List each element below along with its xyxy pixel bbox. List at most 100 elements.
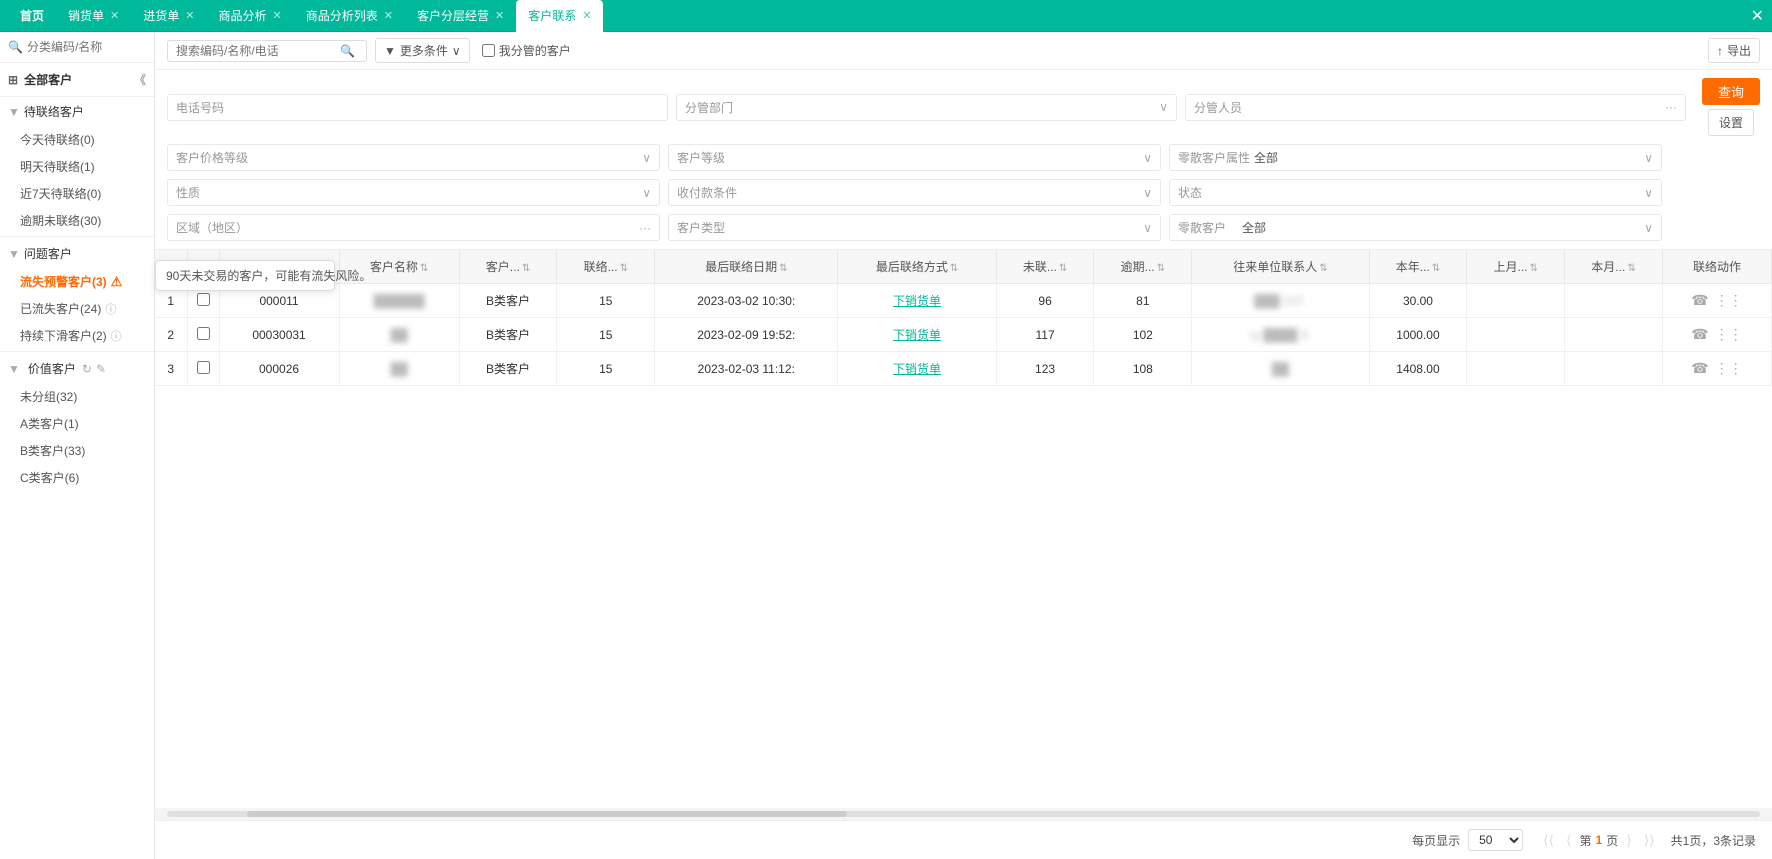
export-btn[interactable]: ↑ 导出: [1708, 38, 1760, 63]
row1-method[interactable]: 下销货单: [838, 284, 996, 318]
row1-contact-icon[interactable]: ☎: [1691, 292, 1708, 309]
tab-purchase[interactable]: 进货单 ✕: [131, 0, 206, 32]
page-size-select[interactable]: 50 100 200: [1468, 829, 1523, 851]
query-btn[interactable]: 查询: [1702, 78, 1760, 105]
filter-retail-arrow[interactable]: ∨: [1644, 221, 1653, 235]
my-customer-checkbox[interactable]: [482, 44, 495, 57]
filter-customer-type-arrow[interactable]: ∨: [1143, 221, 1152, 235]
grid-icon: ⊞: [8, 73, 18, 87]
tab-home[interactable]: 首页: [8, 0, 56, 32]
col-last-month[interactable]: 上月...⇅: [1467, 250, 1565, 284]
col-this-month[interactable]: 本月...⇅: [1565, 250, 1663, 284]
prev-page-btn[interactable]: ⟨: [1562, 830, 1575, 851]
col-type[interactable]: 客户...⇅: [459, 250, 557, 284]
col-uncontact[interactable]: 未联...⇅: [996, 250, 1094, 284]
col-contact-person[interactable]: 往来单位联系人⇅: [1192, 250, 1369, 284]
filter-region-dots[interactable]: ···: [639, 221, 651, 235]
tab-customer-contact[interactable]: 客户联系 ✕: [516, 0, 603, 32]
tab-customer-tier[interactable]: 客户分层经营 ✕: [405, 0, 516, 32]
row1-tmonth: [1565, 284, 1663, 318]
sidebar-item-a-class[interactable]: A类客户(1): [0, 410, 154, 437]
tab-purchase-close[interactable]: ✕: [185, 9, 194, 22]
row3-person: ██: [1192, 352, 1369, 386]
col-overdue[interactable]: 逾期...⇅: [1094, 250, 1192, 284]
row1-date: 2023-03-02 10:30:: [655, 284, 838, 318]
row2-contact-icon[interactable]: ☎: [1691, 326, 1708, 343]
sidebar-item-c-class[interactable]: C类客户(6): [0, 464, 154, 491]
col-last-method[interactable]: 最后联络方式⇅: [838, 250, 996, 284]
row2-checkbox-input[interactable]: [197, 327, 210, 340]
filter-phone: 电话号码: [167, 94, 668, 121]
filter-retail-attr-arrow[interactable]: ∨: [1644, 151, 1653, 165]
filter-manager-dots[interactable]: ···: [1665, 100, 1677, 114]
sidebar-item-b-class[interactable]: B类客户(33): [0, 437, 154, 464]
row1-checkbox-input[interactable]: [197, 293, 210, 306]
sidebar-item-declining[interactable]: 持续下滑客户(2) ⓘ: [0, 322, 154, 349]
filter-status-arrow[interactable]: ∨: [1644, 186, 1653, 200]
col-last-date[interactable]: 最后联络日期⇅: [655, 250, 838, 284]
sidebar-group-value-header[interactable]: ▼ 价值客户 ↻ ✎: [0, 354, 154, 383]
scrollbar-thumb[interactable]: [247, 811, 847, 817]
tab-customer-tier-close[interactable]: ✕: [495, 9, 504, 22]
last-page-btn[interactable]: ⟩⟩: [1640, 830, 1659, 851]
tab-sales-close[interactable]: ✕: [110, 9, 119, 22]
tab-sales[interactable]: 销货单 ✕: [56, 0, 131, 32]
more-conditions-label: 更多条件: [400, 42, 448, 59]
sidebar-group-pending-header[interactable]: ▼ 待联络客户: [0, 97, 154, 126]
filter-payment-arrow[interactable]: ∨: [1143, 186, 1152, 200]
sidebar-item-churn-warning[interactable]: 流失预警客户(3) ⚠: [0, 268, 154, 295]
close-all-btn[interactable]: ✕: [1751, 6, 1764, 26]
row3-checkbox[interactable]: [187, 352, 219, 386]
sidebar-item-ungroup[interactable]: 未分组(32): [0, 383, 154, 410]
tab-analysis[interactable]: 商品分析 ✕: [206, 0, 293, 32]
row3-contact-icon[interactable]: ☎: [1691, 360, 1708, 377]
sidebar-item-7days[interactable]: 近7天待联络(0): [0, 180, 154, 207]
sidebar-search-icon: 🔍: [8, 40, 23, 54]
tab-customer-contact-label: 客户联系: [528, 7, 576, 24]
more-conditions-btn[interactable]: ▼ 更多条件 ∨: [375, 38, 470, 63]
col-contact[interactable]: 联络...⇅: [557, 250, 655, 284]
sidebar-search-input[interactable]: [27, 40, 155, 54]
advanced-filter: 电话号码 分管部门 ∨ 分管人员 ··· 查询 设置: [155, 70, 1772, 250]
tab-customer-contact-close[interactable]: ✕: [582, 9, 591, 22]
tab-analysis-list[interactable]: 商品分析列表 ✕: [294, 0, 405, 32]
first-page-btn[interactable]: ⟨⟨: [1539, 830, 1558, 851]
sidebar-item-tomorrow[interactable]: 明天待联络(1): [0, 153, 154, 180]
next-page-btn[interactable]: ⟩: [1622, 830, 1635, 851]
row2-checkbox[interactable]: [187, 318, 219, 352]
warning-icon: ⚠: [111, 274, 123, 290]
row3-method[interactable]: 下销货单: [838, 352, 996, 386]
row2-more-icon[interactable]: ⋮⋮: [1715, 326, 1743, 343]
filter-dept-arrow[interactable]: ∨: [1159, 100, 1168, 114]
row2-type: B类客户: [459, 318, 557, 352]
tab-analysis-close[interactable]: ✕: [273, 9, 282, 22]
sidebar-item-churned[interactable]: 已流失客户(24) ⓘ: [0, 295, 154, 322]
page-label: 页: [1606, 832, 1618, 849]
all-customers-header[interactable]: ⊞ 全部客户 《: [0, 63, 154, 97]
my-customer-label: 我分管的客户: [499, 42, 571, 59]
table-row: 2 00030031 ██ B类客户 15 2023-02-09 19:52: …: [155, 318, 1772, 352]
filter-nature-arrow[interactable]: ∨: [642, 186, 651, 200]
horizontal-scrollbar[interactable]: [155, 808, 1772, 820]
sidebar-item-overdue[interactable]: 逾期未联络(30): [0, 207, 154, 234]
row2-action: ☎ ⋮⋮: [1662, 318, 1771, 352]
filter-customer-level-arrow[interactable]: ∨: [1143, 151, 1152, 165]
filter-phone-input[interactable]: [240, 100, 659, 114]
col-this-year[interactable]: 本年...⇅: [1369, 250, 1467, 284]
tab-analysis-list-close[interactable]: ✕: [384, 9, 393, 22]
scrollbar-track[interactable]: [167, 811, 1760, 817]
edit-icon[interactable]: ✎: [96, 362, 106, 376]
search-input[interactable]: [176, 44, 336, 58]
row3-tmonth: [1565, 352, 1663, 386]
row3-more-icon[interactable]: ⋮⋮: [1715, 360, 1743, 377]
settings-btn[interactable]: 设置: [1708, 109, 1754, 136]
filter-price-level-arrow[interactable]: ∨: [642, 151, 651, 165]
my-customer-checkbox-wrap[interactable]: 我分管的客户: [482, 42, 571, 59]
row2-method[interactable]: 下销货单: [838, 318, 996, 352]
row3-checkbox-input[interactable]: [197, 361, 210, 374]
refresh-icon[interactable]: ↻: [82, 362, 92, 376]
search-btn[interactable]: 🔍: [340, 44, 355, 58]
sidebar-item-today[interactable]: 今天待联络(0): [0, 126, 154, 153]
sidebar-group-problem-header[interactable]: ▼ 问题客户: [0, 239, 154, 268]
row1-more-icon[interactable]: ⋮⋮: [1715, 292, 1743, 309]
